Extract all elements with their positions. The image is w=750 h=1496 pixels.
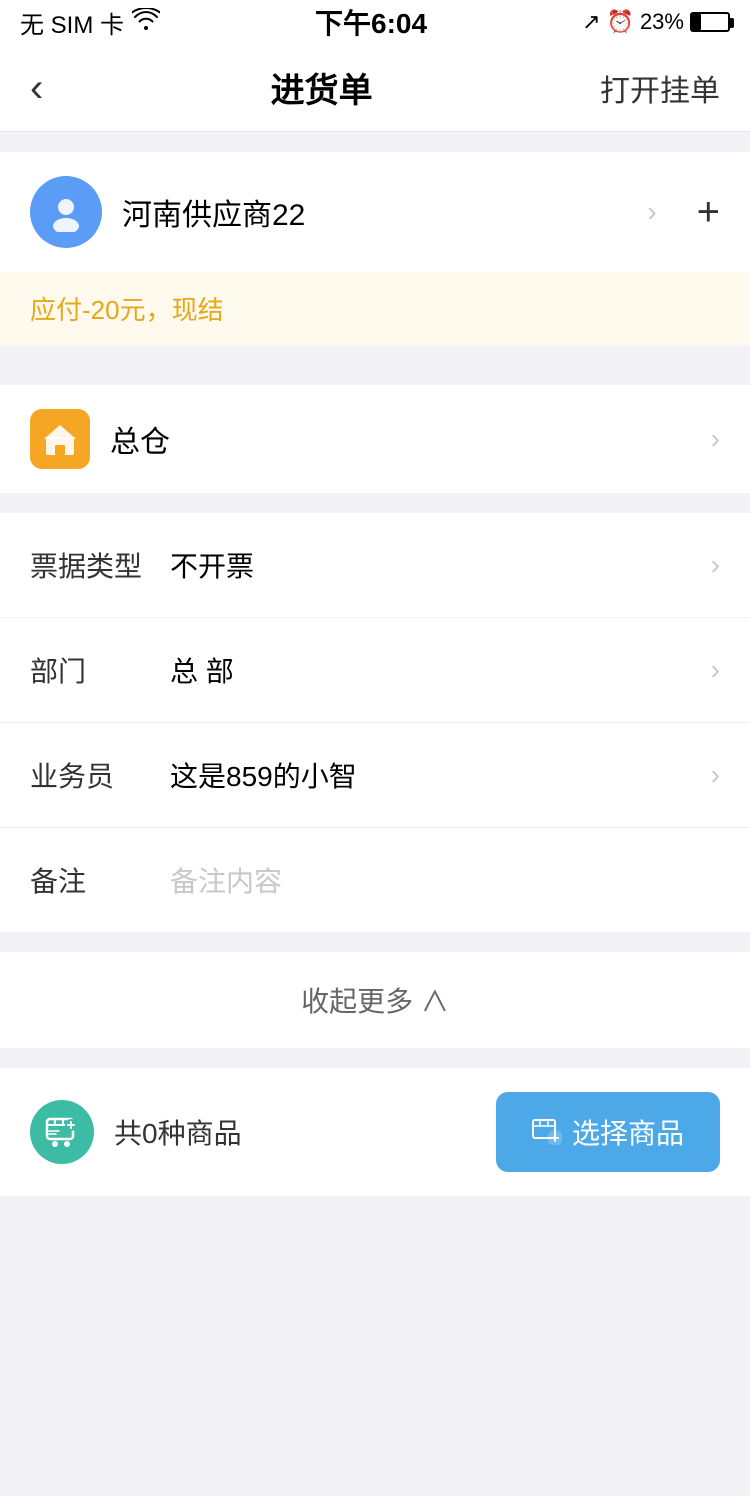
content-area: 河南供应商22 › + 应付-20元，现结 总仓 › 票据类型 不开票 › 部门	[0, 132, 750, 1496]
invoice-type-label: 票据类型	[30, 545, 170, 585]
remark-label: 备注	[30, 860, 170, 900]
invoice-type-arrow-icon: ›	[711, 549, 720, 581]
form-row-salesperson[interactable]: 业务员 这是859的小智 ›	[0, 723, 750, 828]
status-left: 无 SIM 卡	[20, 5, 160, 40]
collapse-row[interactable]: 收起更多 ∧	[0, 952, 750, 1048]
form-section: 票据类型 不开票 › 部门 总 部 › 业务员 这是859的小智 › 备注 备注…	[0, 513, 750, 932]
section-gap-1	[0, 132, 750, 152]
warehouse-icon	[30, 409, 90, 469]
supplier-add-button[interactable]: +	[697, 192, 720, 232]
location-icon: ↗	[582, 9, 600, 35]
select-goods-button[interactable]: 选择商品	[496, 1092, 720, 1172]
supplier-row[interactable]: 河南供应商22 › +	[0, 152, 750, 272]
supplier-avatar	[30, 176, 102, 248]
status-right: ↗ ⏰ 23%	[582, 9, 730, 35]
form-row-department[interactable]: 部门 总 部 ›	[0, 618, 750, 723]
form-row-remark[interactable]: 备注 备注内容	[0, 828, 750, 932]
bottom-bar: 共0种商品 选择商品	[0, 1068, 750, 1196]
form-row-invoice[interactable]: 票据类型 不开票 ›	[0, 513, 750, 618]
back-button[interactable]: ‹	[30, 68, 43, 108]
supplier-arrow-icon: ›	[647, 196, 656, 228]
department-label: 部门	[30, 650, 170, 690]
salesperson-arrow-icon: ›	[711, 759, 720, 791]
salesperson-value: 这是859的小智	[170, 755, 711, 795]
notice-banner: 应付-20元，现结	[0, 272, 750, 345]
warehouse-row[interactable]: 总仓 ›	[0, 385, 750, 493]
select-goods-label: 选择商品	[572, 1112, 684, 1152]
invoice-type-value: 不开票	[170, 545, 711, 585]
status-bar: 无 SIM 卡 下午6:04 ↗ ⏰ 23%	[0, 0, 750, 44]
supplier-card: 河南供应商22 › + 应付-20元，现结	[0, 152, 750, 345]
goods-count-label: 共0种商品	[114, 1112, 476, 1152]
warehouse-name: 总仓	[110, 417, 711, 461]
department-value: 总 部	[170, 650, 711, 690]
remark-value: 备注内容	[170, 860, 720, 900]
notice-text: 应付-20元，现结	[30, 295, 224, 325]
open-pending-button[interactable]: 打开挂单	[600, 66, 720, 110]
warehouse-arrow-icon: ›	[711, 423, 720, 455]
wifi-icon	[132, 8, 160, 37]
section-gap-2	[0, 345, 750, 365]
alarm-icon: ⏰	[607, 9, 634, 35]
department-arrow-icon: ›	[711, 654, 720, 686]
cart-icon	[30, 1100, 94, 1164]
salesperson-label: 业务员	[30, 755, 170, 795]
battery-label: 23%	[640, 9, 684, 35]
nav-bar: ‹ 进货单 打开挂单	[0, 44, 750, 132]
collapse-label: 收起更多 ∧	[301, 980, 449, 1020]
battery-icon	[690, 12, 730, 32]
page-title: 进货单	[271, 63, 373, 112]
status-time: 下午6:04	[315, 2, 427, 42]
supplier-name: 河南供应商22	[122, 190, 647, 234]
page-background	[0, 1196, 750, 1496]
carrier-label: 无 SIM 卡	[20, 5, 124, 40]
